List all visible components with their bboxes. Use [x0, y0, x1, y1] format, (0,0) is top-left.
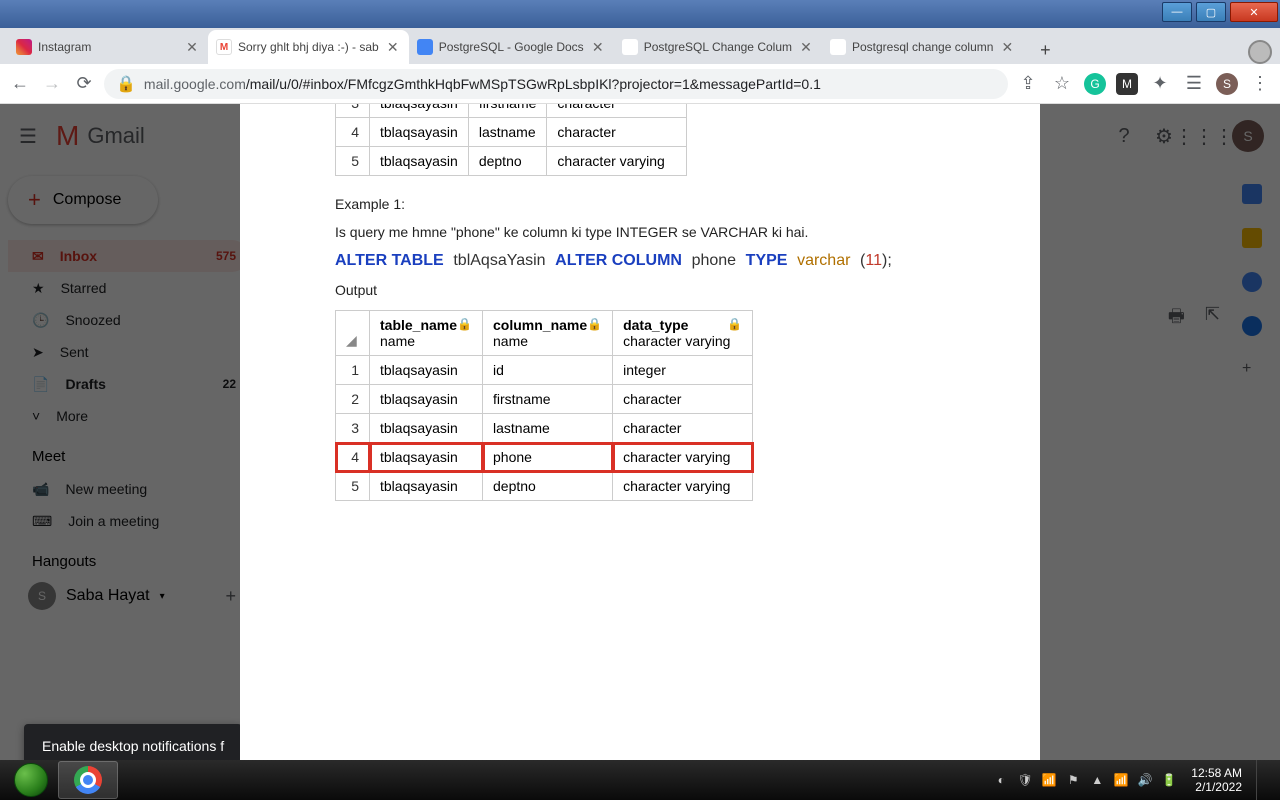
table-row: 4tblaqsayasinlastnamecharacter: [336, 118, 687, 147]
show-desktop-button[interactable]: [1256, 760, 1268, 800]
tab-close-button[interactable]: ✕: [798, 39, 814, 55]
tab-close-button[interactable]: ✕: [385, 39, 401, 55]
browser-toolbar: ← → ⟳ 🔒 mail.google.com/mail/u/0/#inbox/…: [0, 64, 1280, 104]
schema-table-output: ◢ table_name🔒 name column_name🔒 name dat…: [335, 310, 753, 501]
table-row: 1tblaqsayasinidinteger: [336, 356, 753, 385]
output-label: Output: [335, 282, 1040, 298]
tray-icon[interactable]: ◐: [993, 772, 1009, 788]
grammarly-icon[interactable]: G: [1084, 73, 1106, 95]
browser-tab[interactable]: Instagram ✕: [8, 30, 208, 64]
tray-icon[interactable]: 📶: [1041, 772, 1057, 788]
browser-tab[interactable]: PostgreSQL - Google Docs ✕: [409, 30, 614, 64]
tray-icon[interactable]: ⚑: [1065, 772, 1081, 788]
windows-titlebar: — ▢ ✕: [0, 0, 1280, 28]
battery-icon[interactable]: 🔋: [1161, 772, 1177, 788]
page-content: ☰ M Gmail ? ⚙ ⋮⋮⋮ S + Compose ✉Inbox575★…: [0, 104, 1280, 760]
bookmark-icon[interactable]: ☆: [1050, 72, 1074, 96]
sort-handle[interactable]: ◢: [336, 311, 370, 356]
table-row: 5tblaqsayasindeptnocharacter varying: [336, 147, 687, 176]
tab-title: Postgresql change column: [852, 40, 993, 54]
tab-favicon: [417, 39, 433, 55]
reading-list-icon[interactable]: ☰: [1182, 72, 1206, 96]
reload-button[interactable]: ⟳: [72, 72, 96, 96]
tab-title: Instagram: [38, 40, 178, 54]
forward-button[interactable]: →: [40, 72, 64, 96]
extensions-button[interactable]: ✦: [1148, 72, 1172, 96]
chrome-menu-button[interactable]: ⋮: [1248, 72, 1272, 96]
volume-icon[interactable]: 🔊: [1137, 772, 1153, 788]
share-icon[interactable]: ⇪: [1016, 72, 1040, 96]
col-header-column-name[interactable]: column_name🔒 name: [483, 311, 613, 356]
back-button[interactable]: ←: [8, 72, 32, 96]
tab-favicon: [622, 39, 638, 55]
tab-favicon: M: [216, 39, 232, 55]
tab-title: PostgreSQL - Google Docs: [439, 40, 584, 54]
windows-taskbar: ◐ 🛡 📶 ⚑ ▲ 📶 🔊 🔋 12:58 AM 2/1/2022: [0, 760, 1280, 800]
tab-title: Sorry ghlt bhj diya :-) - sab: [238, 40, 379, 54]
browser-tab[interactable]: PostgreSQL Change Colum ✕: [614, 30, 822, 64]
close-button[interactable]: ✕: [1230, 2, 1278, 22]
table-row: 3tblaqsayasinlastnamecharacter: [336, 414, 753, 443]
maximize-button[interactable]: ▢: [1196, 2, 1226, 22]
tab-close-button[interactable]: ✕: [999, 39, 1015, 55]
taskbar-clock[interactable]: 12:58 AM 2/1/2022: [1185, 766, 1248, 795]
tab-close-button[interactable]: ✕: [590, 39, 606, 55]
lock-icon: 🔒: [457, 317, 472, 331]
table-row: 5tblaqsayasindeptnocharacter varying: [336, 472, 753, 501]
lock-icon: 🔒: [587, 317, 602, 331]
extension-icon[interactable]: M: [1116, 73, 1138, 95]
network-icon[interactable]: 📶: [1113, 772, 1129, 788]
tab-title: PostgreSQL Change Colum: [644, 40, 792, 54]
query-description: Is query me hmne "phone" ke column ki ty…: [335, 224, 1040, 240]
tray-icon[interactable]: ▲: [1089, 772, 1105, 788]
taskbar-chrome[interactable]: [58, 761, 118, 799]
table-row: 2tblaqsayasinfirstnamecharacter: [336, 385, 753, 414]
browser-tab[interactable]: M Sorry ghlt bhj diya :-) - sab ✕: [208, 30, 409, 64]
profile-avatar[interactable]: S: [1216, 73, 1238, 95]
tray-icon[interactable]: 🛡: [1017, 772, 1033, 788]
extension-icons: ⇪ ☆ G M ✦ ☰ S ⋮: [1016, 72, 1272, 96]
new-tab-button[interactable]: +: [1031, 36, 1059, 64]
start-button[interactable]: [4, 760, 58, 800]
col-header-table-name[interactable]: table_name🔒 name: [370, 311, 483, 356]
lock-icon: 🔒: [727, 317, 742, 331]
example-label: Example 1:: [335, 196, 1040, 212]
address-bar[interactable]: 🔒 mail.google.com/mail/u/0/#inbox/FMfcgz…: [104, 69, 1008, 99]
sql-statement: ALTER TABLE tblAqsaYasin ALTER COLUMN ph…: [335, 252, 1040, 270]
tab-close-button[interactable]: ✕: [184, 39, 200, 55]
url-text: mail.google.com/mail/u/0/#inbox/FMfcgzGm…: [144, 76, 821, 92]
lock-icon: 🔒: [116, 74, 136, 94]
browser-tab[interactable]: Postgresql change column ✕: [822, 30, 1023, 64]
table-row: 3tblaqsayasinfirstnamecharacter: [336, 104, 687, 118]
system-tray: ◐ 🛡 📶 ⚑ ▲ 📶 🔊 🔋 12:58 AM 2/1/2022: [993, 760, 1276, 800]
minimize-button[interactable]: —: [1162, 2, 1192, 22]
chrome-profile-button[interactable]: [1248, 40, 1272, 64]
schema-table-partial: 3tblaqsayasinfirstnamecharacter4tblaqsay…: [335, 104, 687, 176]
attachment-viewer: 3tblaqsayasinfirstnamecharacter4tblaqsay…: [240, 104, 1040, 760]
tab-favicon: [830, 39, 846, 55]
table-row: 4tblaqsayasinphonecharacter varying: [336, 443, 753, 472]
tab-favicon: [16, 39, 32, 55]
browser-tab-strip: Instagram ✕ M Sorry ghlt bhj diya :-) - sab…: [0, 28, 1280, 64]
col-header-data-type[interactable]: data_type🔒 character varying: [613, 311, 753, 356]
